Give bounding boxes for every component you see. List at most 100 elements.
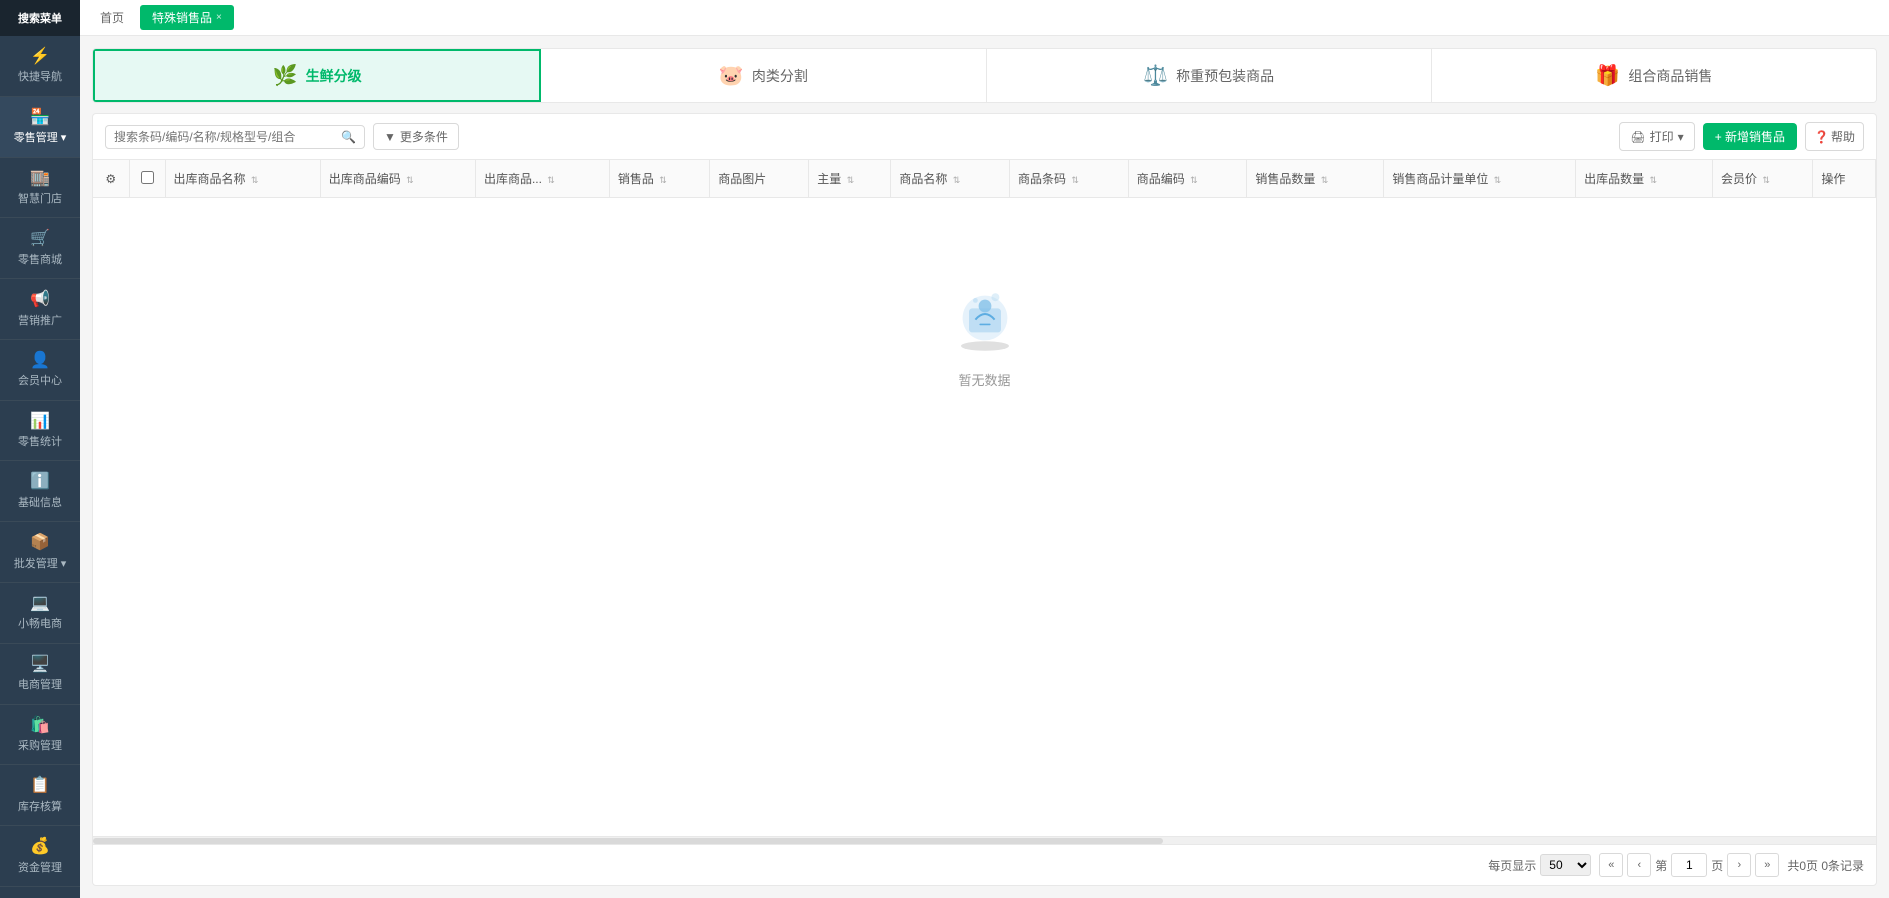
page-input-container — [1671, 853, 1707, 877]
main-content: 首页 特殊销售品 × 🌿 生鲜分级 🐷 肉类分割 ⚖️ 称重预包装商品 🎁 组合… — [80, 0, 1889, 898]
col-settings[interactable]: ⚙ — [93, 160, 129, 198]
sidebar-item-ecom-mgmt[interactable]: 🖥️ 电商管理 — [0, 644, 80, 705]
new-button[interactable]: + 新增销售品 — [1703, 123, 1797, 150]
select-all-checkbox[interactable] — [141, 171, 154, 184]
per-page-dropdown[interactable]: 50 10 20 100 — [1540, 854, 1591, 876]
page-nav: « ‹ 第 页 › » — [1599, 853, 1779, 877]
page-number-input[interactable] — [1671, 853, 1707, 877]
ecom-mgmt-icon: 🖥️ — [30, 654, 50, 676]
top-bar: 首页 特殊销售品 × — [80, 0, 1889, 36]
home-tab[interactable]: 首页 — [92, 9, 132, 26]
sidebar-item-retail-stats[interactable]: 📊 零售统计 — [0, 401, 80, 462]
feature-tab-fresh-grade[interactable]: 🌿 生鲜分级 — [93, 49, 541, 102]
col-product-name[interactable]: 商品名称 ⇅ — [891, 160, 1010, 198]
sidebar-item-quick-nav[interactable]: ⚡ 快捷导航 — [0, 36, 80, 97]
col-action: 操作 — [1813, 160, 1876, 198]
scrollbar-thumb[interactable] — [93, 838, 1163, 844]
col-label: 商品名称 — [899, 172, 947, 186]
retail-mgmt-icon: 🏪 — [30, 107, 50, 129]
sidebar-item-member-center[interactable]: 👤 会员中心 — [0, 340, 80, 401]
page-content: 🌿 生鲜分级 🐷 肉类分割 ⚖️ 称重预包装商品 🎁 组合商品销售 — [80, 36, 1889, 898]
col-member-price[interactable]: 会员价 ⇅ — [1713, 160, 1813, 198]
sidebar-item-wholesale-mgmt[interactable]: 📦 批发管理 ▾ — [0, 522, 80, 583]
sort-icon: ⇅ — [406, 175, 414, 185]
col-checkbox[interactable] — [129, 160, 165, 198]
sidebar-item-label: 智慧门店 — [18, 192, 62, 207]
empty-text: 暂无数据 — [958, 370, 1010, 389]
member-center-icon: 👤 — [30, 350, 50, 372]
col-sales-qty[interactable]: 销售品数量 ⇅ — [1247, 160, 1384, 198]
help-icon: ❓ — [1814, 130, 1829, 144]
print-label: 打印 — [1650, 128, 1674, 145]
search-icon[interactable]: 🔍 — [341, 130, 356, 144]
search-box[interactable]: 🔍 — [105, 125, 365, 149]
sidebar-item-mini-ecom[interactable]: 💻 小畅电商 — [0, 583, 80, 644]
retail-stats-icon: 📊 — [30, 411, 50, 433]
new-label: + 新增销售品 — [1715, 128, 1785, 145]
sort-icon: ⇅ — [547, 175, 555, 185]
finance-mgmt-icon: 💰 — [30, 836, 50, 858]
retail-mall-icon: 🛒 — [30, 228, 50, 250]
last-page-button[interactable]: » — [1755, 853, 1779, 877]
weight-package-label: 称重预包装商品 — [1176, 66, 1274, 86]
col-out-stock-qty[interactable]: 出库品数量 ⇅ — [1576, 160, 1713, 198]
sidebar-item-label: 会员中心 — [18, 374, 62, 389]
col-sales-unit[interactable]: 销售商品计量单位 ⇅ — [1384, 160, 1576, 198]
sidebar-item-label: 零售管理 ▾ — [14, 131, 67, 146]
col-label: 销售品 — [618, 172, 654, 186]
basic-info-icon: ℹ️ — [30, 471, 50, 493]
help-button[interactable]: ❓ 帮助 — [1805, 122, 1864, 151]
sales-promo-icon: 📢 — [30, 289, 50, 311]
col-label: 出库商品名称 — [174, 172, 246, 186]
sidebar-item-ledger-mgmt[interactable]: 📒 总账管理 — [0, 887, 80, 898]
feature-tab-combo-product[interactable]: 🎁 组合商品销售 — [1432, 49, 1876, 102]
filter-button[interactable]: ▼ 更多条件 — [373, 123, 459, 150]
product-table: ⚙ 出库商品名称 ⇅ 出库商品编码 ⇅ — [93, 160, 1876, 198]
col-product-image[interactable]: 商品图片 — [710, 160, 809, 198]
sidebar-logo[interactable]: 搜索菜单 — [0, 0, 80, 36]
col-label: 主量 — [817, 172, 841, 186]
print-button[interactable]: 🖨 打印 ▾ — [1619, 122, 1694, 151]
horizontal-scrollbar[interactable] — [93, 836, 1876, 844]
close-tab-icon[interactable]: × — [216, 12, 222, 23]
sidebar-item-purchase-mgmt[interactable]: 🛍️ 采购管理 — [0, 705, 80, 766]
col-out-product-detail[interactable]: 出库商品... ⇅ — [475, 160, 609, 198]
sidebar-item-label: 营销推广 — [18, 314, 62, 329]
col-label: 操作 — [1821, 172, 1845, 186]
quick-nav-icon: ⚡ — [30, 46, 50, 68]
sidebar-item-basic-info[interactable]: ℹ️ 基础信息 — [0, 461, 80, 522]
col-main-weight[interactable]: 主量 ⇅ — [809, 160, 891, 198]
page-label: 页 — [1711, 857, 1723, 874]
data-table[interactable]: ⚙ 出库商品名称 ⇅ 出库商品编码 ⇅ — [93, 160, 1876, 836]
wholesale-mgmt-icon: 📦 — [30, 532, 50, 554]
first-page-button[interactable]: « — [1599, 853, 1623, 877]
search-input[interactable] — [114, 130, 337, 144]
purchase-mgmt-icon: 🛍️ — [30, 715, 50, 737]
sidebar-item-retail-mall[interactable]: 🛒 零售商城 — [0, 218, 80, 279]
col-out-product-name[interactable]: 出库商品名称 ⇅ — [165, 160, 320, 198]
sidebar-item-label: 批发管理 ▾ — [14, 557, 67, 572]
col-label: 会员价 — [1721, 172, 1757, 186]
col-label: 商品编码 — [1137, 172, 1185, 186]
active-tab[interactable]: 特殊销售品 × — [140, 5, 234, 30]
col-out-product-code[interactable]: 出库商品编码 ⇅ — [320, 160, 475, 198]
mini-ecom-icon: 💻 — [30, 593, 50, 615]
sidebar-item-inventory[interactable]: 📋 库存核算 — [0, 765, 80, 826]
meat-division-label: 肉类分割 — [752, 66, 808, 86]
feature-tab-meat-division[interactable]: 🐷 肉类分割 — [541, 49, 986, 102]
feature-tab-weight-package[interactable]: ⚖️ 称重预包装商品 — [987, 49, 1432, 102]
sidebar-item-smart-store[interactable]: 🏬 智慧门店 — [0, 158, 80, 219]
table-header-row: ⚙ 出库商品名称 ⇅ 出库商品编码 ⇅ — [93, 160, 1876, 198]
col-sales-product[interactable]: 销售品 ⇅ — [609, 160, 709, 198]
sidebar-item-label: 电商管理 — [18, 678, 62, 693]
col-label: 商品图片 — [718, 172, 766, 186]
filter-icon: ▼ — [384, 130, 396, 144]
col-product-code[interactable]: 商品编码 ⇅ — [1128, 160, 1247, 198]
sidebar-item-retail-mgmt[interactable]: 🏪 零售管理 ▾ — [0, 97, 80, 158]
next-page-button[interactable]: › — [1727, 853, 1751, 877]
prev-page-button[interactable]: ‹ — [1627, 853, 1651, 877]
sidebar-item-finance-mgmt[interactable]: 💰 资金管理 — [0, 826, 80, 887]
sidebar-item-sales-promo[interactable]: 📢 营销推广 — [0, 279, 80, 340]
col-product-barcode[interactable]: 商品条码 ⇅ — [1010, 160, 1129, 198]
print-icon: 🖨 — [1630, 130, 1645, 144]
